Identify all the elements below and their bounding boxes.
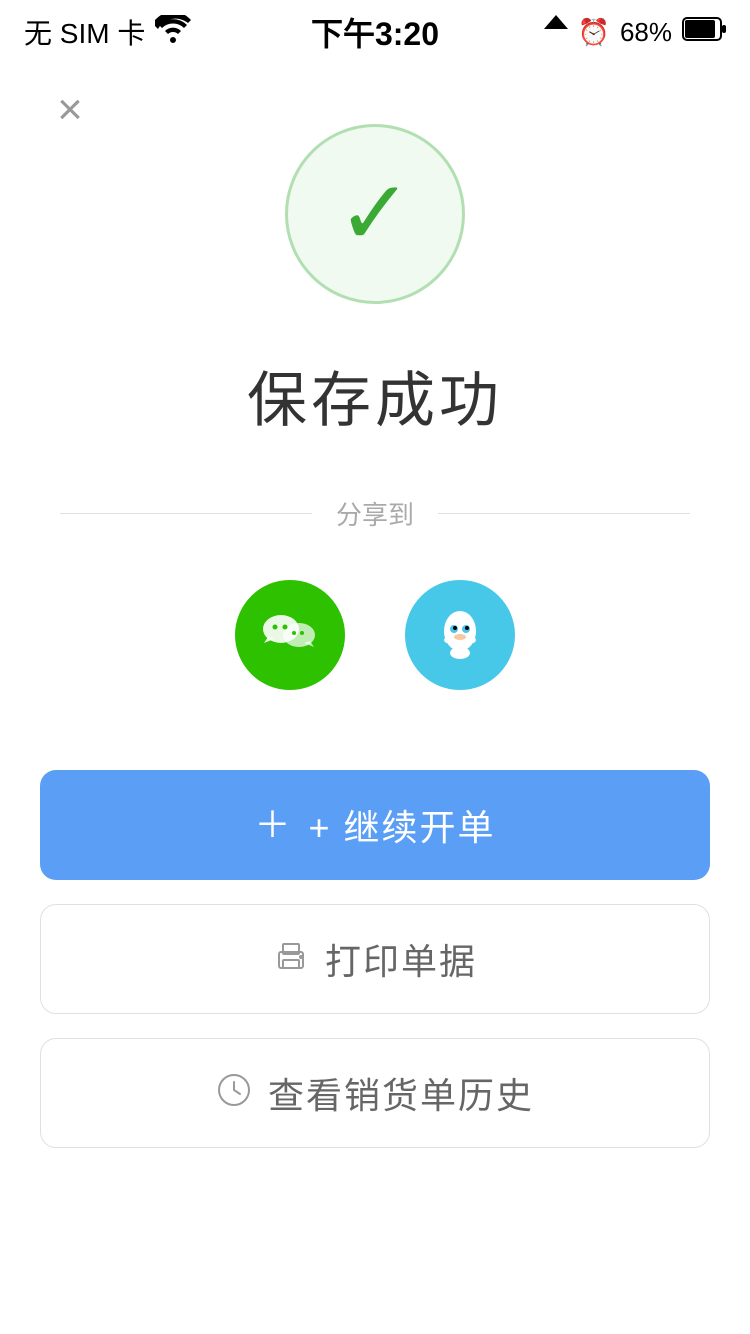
checkmark-icon: ✓	[337, 169, 412, 259]
view-history-button[interactable]: 查看销货单历史	[40, 1038, 710, 1148]
wechat-icon	[258, 603, 322, 667]
plus-icon: ＋	[254, 807, 292, 843]
status-bar: 无 SIM 卡 下午3:20 ⏰ 68%	[0, 0, 750, 64]
continue-order-button[interactable]: ＋ + 继续开单	[40, 770, 710, 880]
share-divider: 分享到	[0, 495, 750, 532]
print-receipt-label: 打印单据	[325, 933, 477, 985]
status-right: ⏰ 68%	[544, 15, 726, 50]
wechat-share-button[interactable]	[235, 580, 345, 690]
qq-icon	[428, 603, 492, 667]
view-history-label: 查看销货单历史	[268, 1067, 534, 1119]
print-receipt-button[interactable]: 打印单据	[40, 904, 710, 1014]
close-button[interactable]: ×	[40, 80, 100, 140]
action-buttons: ＋ + 继续开单 打印单据 查看销货单历	[0, 770, 750, 1148]
clock-icon	[216, 1072, 252, 1114]
success-circle: ✓	[285, 124, 465, 304]
share-label: 分享到	[312, 495, 438, 532]
success-title: 保存成功	[247, 352, 503, 439]
battery-percent: 68%	[620, 17, 672, 48]
battery-icon	[682, 17, 726, 48]
continue-order-label: + 继续开单	[308, 799, 495, 851]
wifi-icon	[155, 15, 191, 50]
status-left: 无 SIM 卡	[24, 12, 191, 52]
divider-right	[438, 513, 690, 514]
share-icons	[235, 580, 515, 690]
close-icon: ×	[57, 88, 83, 132]
qq-share-button[interactable]	[405, 580, 515, 690]
sim-text: 无 SIM 卡	[24, 12, 145, 52]
printer-icon	[273, 938, 309, 980]
main-content: ✓ 保存成功 分享到	[0, 64, 750, 1148]
alarm-icon: ⏰	[578, 17, 610, 48]
location-icon	[544, 15, 568, 50]
status-time: 下午3:20	[311, 9, 439, 55]
divider-left	[60, 513, 312, 514]
